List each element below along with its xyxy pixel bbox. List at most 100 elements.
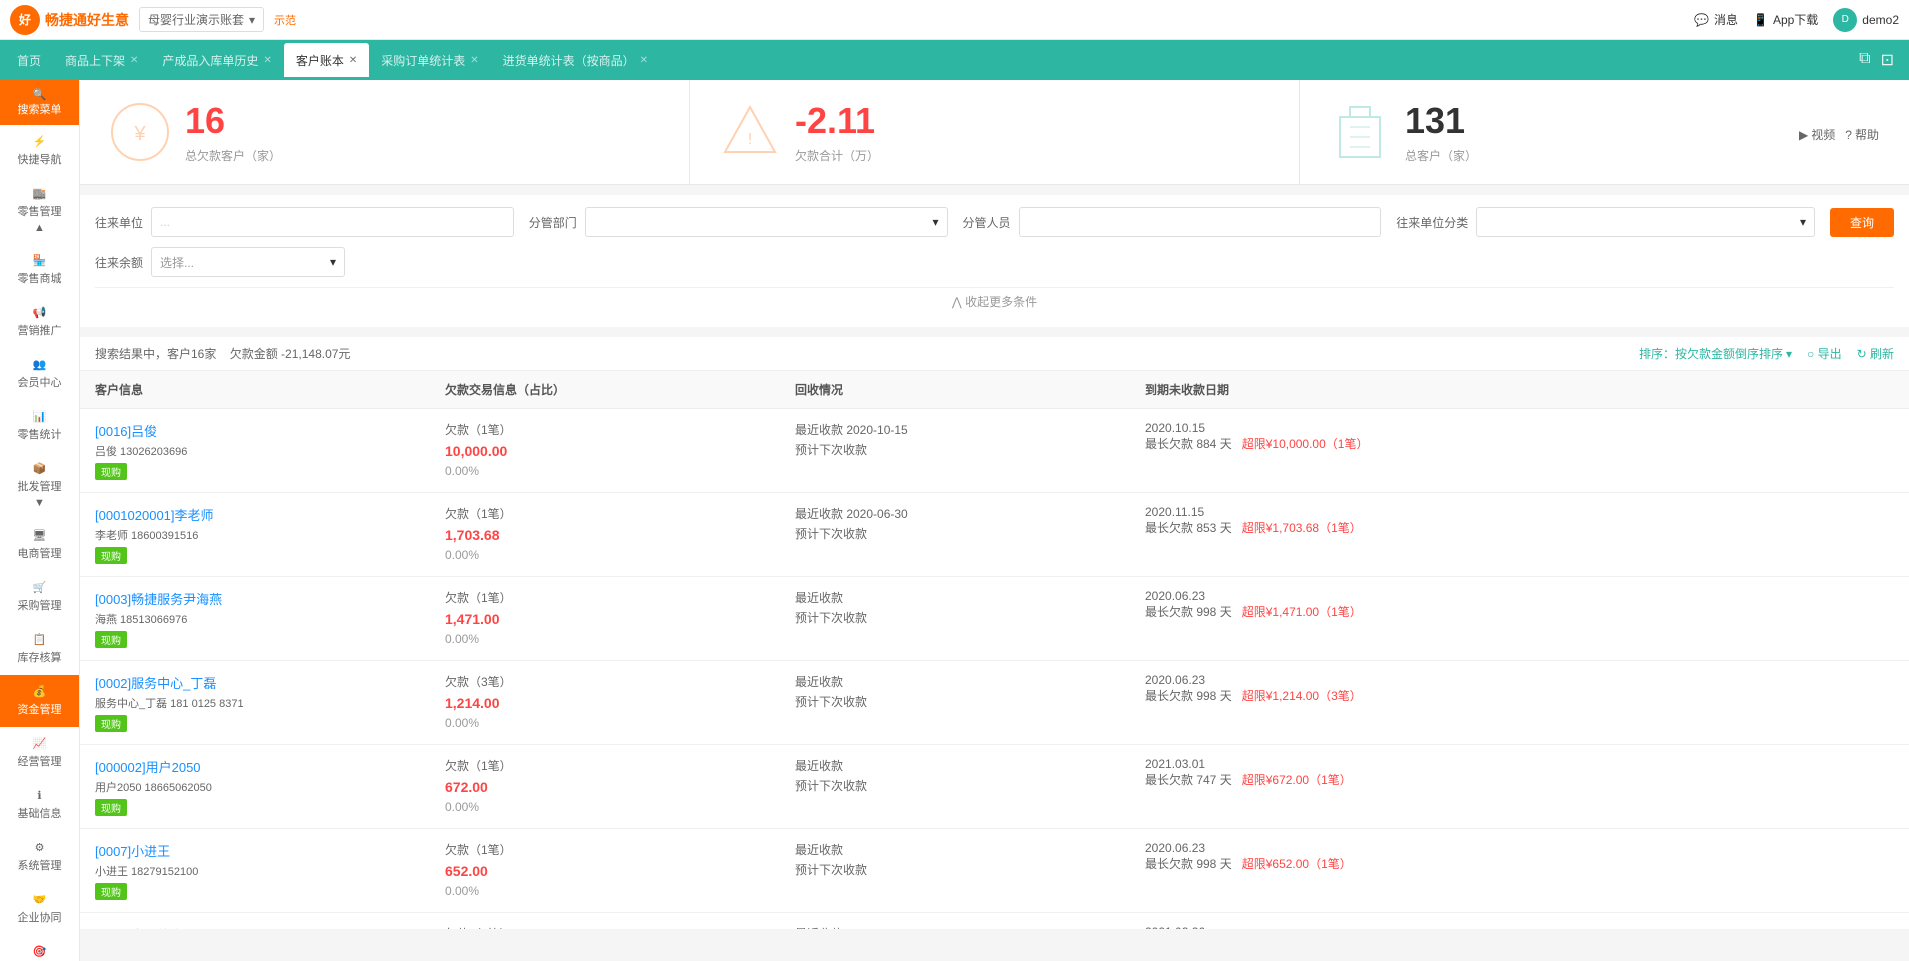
stat-icon-debt: !	[720, 102, 780, 162]
table-row: [000002]用户2050 用户2050 18665062050 现购 欠款（…	[80, 745, 1909, 829]
sidebar-item-basic-info-label: 基础信息	[18, 805, 62, 821]
collapse-bar[interactable]: ⋀ 收起更多条件	[95, 287, 1894, 315]
tab-actions: ⧉ ⊡	[1849, 50, 1904, 70]
help-btn[interactable]: ? 帮助	[1845, 126, 1879, 143]
overdue-amount-5[interactable]: 超限¥652.00（1笔）	[1242, 857, 1352, 871]
export-button[interactable]: ○ 导出	[1807, 345, 1842, 362]
source-unit-input[interactable]: ...	[151, 207, 514, 237]
message-btn[interactable]: 💬 消息	[1694, 11, 1738, 28]
customer-name-0[interactable]: [0016]吕俊	[95, 421, 445, 440]
sort-label: 排序：按欠款金额倒序排序	[1639, 345, 1783, 362]
debt-amount-2: 1,471.00	[445, 611, 795, 627]
sidebar-item-system[interactable]: ⚙ 系统管理	[0, 831, 79, 883]
store-selector[interactable]: 母婴行业演示账套 ▾	[139, 7, 264, 32]
customer-name-1[interactable]: [0001020001]李老师	[95, 505, 445, 524]
results-actions: 排序：按欠款金额倒序排序 ▾ ○ 导出 ↻ 刷新	[1639, 345, 1894, 362]
customer-info-5: [0007]小进王 小进王 18279152100 现购	[95, 841, 445, 900]
tab-product-listing-close[interactable]: ✕	[130, 55, 138, 66]
overdue-amount-2[interactable]: 超限¥1,471.00（1笔）	[1242, 605, 1362, 619]
debt-count-1: 欠款（1笔）	[445, 505, 795, 522]
sidebar-item-member[interactable]: 👥 会员中心	[0, 348, 79, 400]
window-maximize-icon[interactable]: ⊡	[1881, 50, 1894, 70]
sidebar-item-guide[interactable]: 🎯 新手引导	[0, 935, 79, 961]
sidebar-item-enterprise[interactable]: 🤝 企业协同	[0, 883, 79, 935]
due-date-4: 2021.03.01	[1145, 757, 1894, 771]
download-icon: 📱	[1753, 13, 1768, 27]
tab-purchase-order-stats-close[interactable]: ✕	[470, 55, 478, 66]
refresh-button[interactable]: ↻ 刷新	[1857, 345, 1894, 362]
tab-purchase-by-product-label: 进货单统计表（按商品）	[503, 52, 635, 69]
overdue-amount-4[interactable]: 超限¥672.00（1笔）	[1242, 773, 1352, 787]
tab-customer-account[interactable]: 客户账本 ✕	[284, 43, 369, 77]
recovery-info-0: 最近收款 2020-10-15 预计下次收款	[795, 421, 1145, 458]
overdue-amount-1[interactable]: 超限¥1,703.68（1笔）	[1242, 521, 1362, 535]
next-collection-2: 预计下次收款	[795, 609, 1145, 626]
tab-product-listing[interactable]: 商品上下架 ✕	[53, 45, 150, 75]
balance-select[interactable]: 选择... ▾	[151, 247, 345, 277]
stat-card-debt-amount: ! -2.11 欠款合计（万）	[690, 80, 1300, 184]
sidebar-item-quick-nav[interactable]: ⚡ 快捷导航	[0, 125, 79, 177]
overdue-info-1: 2020.11.15 最长欠款 853 天 超限¥1,703.68（1笔）	[1145, 505, 1894, 536]
tab-production-history[interactable]: 产成品入库单历史 ✕	[150, 45, 283, 75]
sidebar-item-retail-mall[interactable]: 🏪 零售商城	[0, 244, 79, 296]
last-collection-1: 最近收款 2020-06-30	[795, 505, 1145, 522]
customer-sub-5: 小进王 18279152100	[95, 863, 445, 879]
ecommerce-icon: 🖥	[33, 529, 47, 542]
dept-select[interactable]: ▾	[585, 207, 948, 237]
tab-home[interactable]: 首页	[5, 45, 53, 75]
chevron-down-sort-icon: ▾	[1786, 347, 1792, 361]
customer-sub-0: 吕俊 13026203696	[95, 443, 445, 459]
sidebar-item-finance[interactable]: 💰 资金管理	[0, 675, 79, 727]
tab-purchase-by-product-close[interactable]: ✕	[640, 55, 648, 66]
sidebar-item-inventory[interactable]: 📋 库存核算	[0, 623, 79, 675]
filter-group-classification: 往来单位分类 ▾	[1396, 207, 1815, 237]
sidebar-item-operations[interactable]: 📈 经营管理	[0, 727, 79, 779]
sidebar-search[interactable]: 🔍 搜索菜单	[0, 80, 79, 125]
debt-count-2: 欠款（1笔）	[445, 589, 795, 606]
tab-production-history-close[interactable]: ✕	[263, 55, 271, 66]
debt-amount-3: 1,214.00	[445, 695, 795, 711]
classification-select[interactable]: ▾	[1476, 207, 1815, 237]
sidebar-item-basic-info[interactable]: ℹ 基础信息	[0, 779, 79, 831]
customer-info-4: [000002]用户2050 用户2050 18665062050 现购	[95, 757, 445, 816]
customer-name-5[interactable]: [0007]小进王	[95, 841, 445, 860]
sidebar-item-wholesale[interactable]: 📦 批发管理 ▼	[0, 452, 79, 519]
customer-name-4[interactable]: [000002]用户2050	[95, 757, 445, 776]
overdue-amount-3[interactable]: 超限¥1,214.00（3笔）	[1242, 689, 1362, 703]
sidebar-item-marketing[interactable]: 📢 营销推广	[0, 296, 79, 348]
debt-count-4: 欠款（1笔）	[445, 757, 795, 774]
customer-name-3[interactable]: [0002]服务中心_丁磊	[95, 673, 445, 692]
sidebar-item-retail-mgmt[interactable]: 🏬 零售管理 ▲	[0, 177, 79, 244]
export-label: 导出	[1818, 347, 1842, 361]
stat-icon-money: ¥	[110, 102, 170, 162]
results-summary: 搜索结果中，客户16家 欠款金额 -21,148.07元	[95, 345, 350, 362]
stat-number-total-customers: 131	[1405, 100, 1477, 142]
sort-button[interactable]: 排序：按欠款金额倒序排序 ▾	[1639, 345, 1792, 362]
customer-name-2[interactable]: [0003]畅捷服务尹海燕	[95, 589, 445, 608]
source-unit-dots: ...	[160, 215, 170, 229]
tab-purchase-order-stats[interactable]: 采购订单统计表 ✕	[369, 45, 490, 75]
table-row: [0006]去下粮仓 陈小希 现购 欠款（1笔） 455.90 0.00% 最近…	[80, 913, 1909, 929]
stat-number-debt-customers: 16	[185, 100, 281, 142]
customer-name-6[interactable]: [0006]去下粮仓	[95, 925, 445, 929]
user-menu[interactable]: D demo2	[1833, 8, 1899, 32]
collapse-label: 收起更多条件	[965, 295, 1037, 309]
overdue-days-text-4: 最长欠款 747 天	[1145, 773, 1232, 787]
debt-info-3: 欠款（3笔） 1,214.00 0.00%	[445, 673, 795, 730]
next-collection-0: 预计下次收款	[795, 441, 1145, 458]
table-header: 客户信息 欠款交易信息（占比） 回收情况 到期未收款日期	[80, 371, 1909, 409]
tab-purchase-by-product[interactable]: 进货单统计表（按商品） ✕	[491, 45, 660, 75]
person-input[interactable]	[1019, 207, 1382, 237]
search-button[interactable]: 查询	[1830, 208, 1894, 237]
customer-info-6: [0006]去下粮仓 陈小希 现购	[95, 925, 445, 929]
window-restore-icon[interactable]: ⧉	[1859, 50, 1870, 70]
app-download-btn[interactable]: 📱 App下载	[1753, 11, 1818, 28]
sidebar-item-ecommerce[interactable]: 🖥 电商管理	[0, 519, 79, 571]
tab-customer-account-close[interactable]: ✕	[349, 55, 357, 66]
sidebar-item-retail-stats[interactable]: 📊 零售统计	[0, 400, 79, 452]
last-collection-6: 最近收款	[795, 925, 1145, 929]
overdue-amount-0[interactable]: 超限¥10,000.00（1笔）	[1242, 437, 1369, 451]
video-btn[interactable]: ▶ 视频	[1799, 126, 1835, 143]
debt-count-3: 欠款（3笔）	[445, 673, 795, 690]
sidebar-item-purchase[interactable]: 🛒 采购管理	[0, 571, 79, 623]
